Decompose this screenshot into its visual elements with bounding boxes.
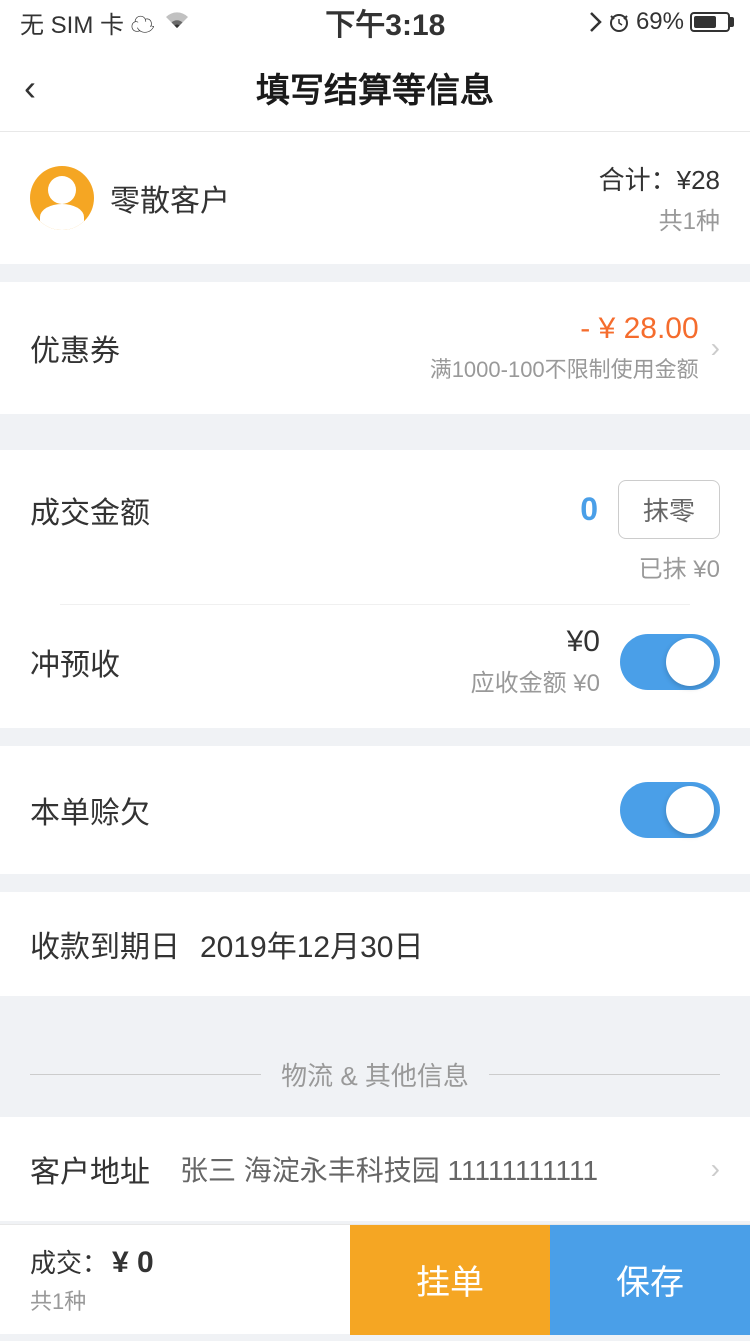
debt-toggle[interactable]: [620, 782, 720, 838]
page-title: 填写结算等信息: [256, 63, 494, 112]
save-button-label: 保存: [616, 1255, 684, 1304]
customer-row: 零散客户 合计：¥28 共1种: [0, 132, 750, 264]
coupon-card: 优惠券 - ¥ 28.00 满1000-100不限制使用金额 ›: [0, 282, 750, 414]
amount-section: 成交金额 0 抹零 已抹 ¥0: [0, 450, 750, 605]
bottom-bar: 成交： ¥ 0 共1种 挂单 保存: [0, 1224, 750, 1334]
total-count: 共1种: [599, 201, 720, 236]
back-button[interactable]: ‹: [24, 67, 36, 109]
coupon-discount: - ¥ 28.00: [430, 312, 699, 346]
battery-icon: [690, 12, 730, 32]
customer-name: 零散客户: [110, 176, 230, 220]
debt-label: 本单赊欠: [30, 788, 150, 832]
coupon-row[interactable]: 优惠券 - ¥ 28.00 满1000-100不限制使用金额 ›: [0, 282, 750, 414]
customer-card: 零散客户 合计：¥28 共1种: [0, 132, 750, 264]
address-row[interactable]: 客户地址 张三 海淀永丰科技园 11111111111 ›: [30, 1147, 720, 1191]
customer-right: 合计：¥28 共1种: [599, 160, 720, 236]
status-bar: 无 SIM 卡 ☁ 下午3:18 69%: [0, 0, 750, 44]
battery-percent: 69%: [636, 8, 684, 36]
logistics-separator: 物流 & 其他信息: [0, 1032, 750, 1117]
bottom-deal-label: 成交：: [30, 1243, 108, 1280]
duedate-value: 2019年12月30日: [200, 922, 423, 966]
customer-avatar: [30, 166, 94, 230]
hold-button-label: 挂单: [416, 1255, 484, 1304]
amount-row: 成交金额 0 抹零: [30, 450, 720, 549]
sim-status: 无 SIM 卡 ☁: [20, 5, 155, 40]
bottom-summary: 成交： ¥ 0 共1种: [0, 1243, 350, 1316]
nav-bar: ‹ 填写结算等信息: [0, 44, 750, 132]
section-gap-3: [0, 1014, 750, 1032]
debt-section: 本单赊欠: [0, 746, 750, 874]
section-gap-1: [0, 432, 750, 450]
debt-toggle-knob: [666, 786, 714, 834]
already-rounded: 已抹 ¥0: [30, 549, 720, 604]
prereceive-toggle[interactable]: [620, 634, 720, 690]
prereceive-row: 冲预收 ¥0 应收金额 ¥0: [0, 605, 750, 728]
section-gap-2: [0, 728, 750, 746]
status-right: 69%: [580, 8, 730, 36]
logistics-line-right: [489, 1074, 720, 1075]
duedate-section: 收款到期日 2019年12月30日: [0, 892, 750, 996]
logistics-line-left: [30, 1074, 261, 1075]
prereceive-label: 冲预收: [30, 640, 120, 684]
address-value: 张三 海淀永丰科技园 11111111111: [180, 1149, 711, 1189]
amount-label: 成交金额: [30, 488, 150, 532]
wifi-icon: [163, 12, 191, 32]
amount-value: 0: [580, 491, 598, 528]
customer-left: 零散客户: [30, 166, 230, 230]
bottom-deal-amount: ¥ 0: [112, 1246, 154, 1280]
prereceive-right: ¥0 应收金额 ¥0: [471, 625, 720, 698]
status-time: 下午3:18: [325, 0, 445, 44]
alarm-icon: [608, 11, 630, 33]
location-icon: [580, 11, 602, 33]
amount-right: 0 抹零: [580, 480, 720, 539]
status-left: 无 SIM 卡 ☁: [20, 5, 191, 40]
round-off-button[interactable]: 抹零: [618, 480, 720, 539]
duedate-label: 收款到期日: [30, 922, 180, 966]
toggle-knob: [666, 638, 714, 686]
hold-button[interactable]: 挂单: [350, 1225, 550, 1335]
bottom-deal-count: 共1种: [30, 1284, 320, 1316]
address-section: 客户地址 张三 海淀永丰科技园 11111111111 ›: [0, 1117, 750, 1221]
coupon-label: 优惠券: [30, 326, 120, 370]
logistics-text: 物流 & 其他信息: [281, 1056, 469, 1093]
prereceive-amount: ¥0: [471, 625, 600, 659]
coupon-value-wrap: - ¥ 28.00 满1000-100不限制使用金额: [430, 312, 699, 384]
coupon-desc: 满1000-100不限制使用金额: [430, 352, 699, 384]
prereceive-values: ¥0 应收金额 ¥0: [471, 625, 600, 698]
prereceive-receivable: 应收金额 ¥0: [471, 663, 600, 698]
save-button[interactable]: 保存: [550, 1225, 750, 1335]
address-label: 客户地址: [30, 1147, 150, 1191]
coupon-chevron-icon: ›: [711, 332, 720, 364]
duedate-row: 收款到期日 2019年12月30日: [30, 922, 720, 966]
address-chevron-icon: ›: [711, 1153, 720, 1185]
coupon-right: - ¥ 28.00 满1000-100不限制使用金额 ›: [430, 312, 720, 384]
total-label: 合计：¥28: [599, 160, 720, 197]
content-area: 零散客户 合计：¥28 共1种 优惠券 - ¥ 28.00 满1000-100不…: [0, 132, 750, 1341]
